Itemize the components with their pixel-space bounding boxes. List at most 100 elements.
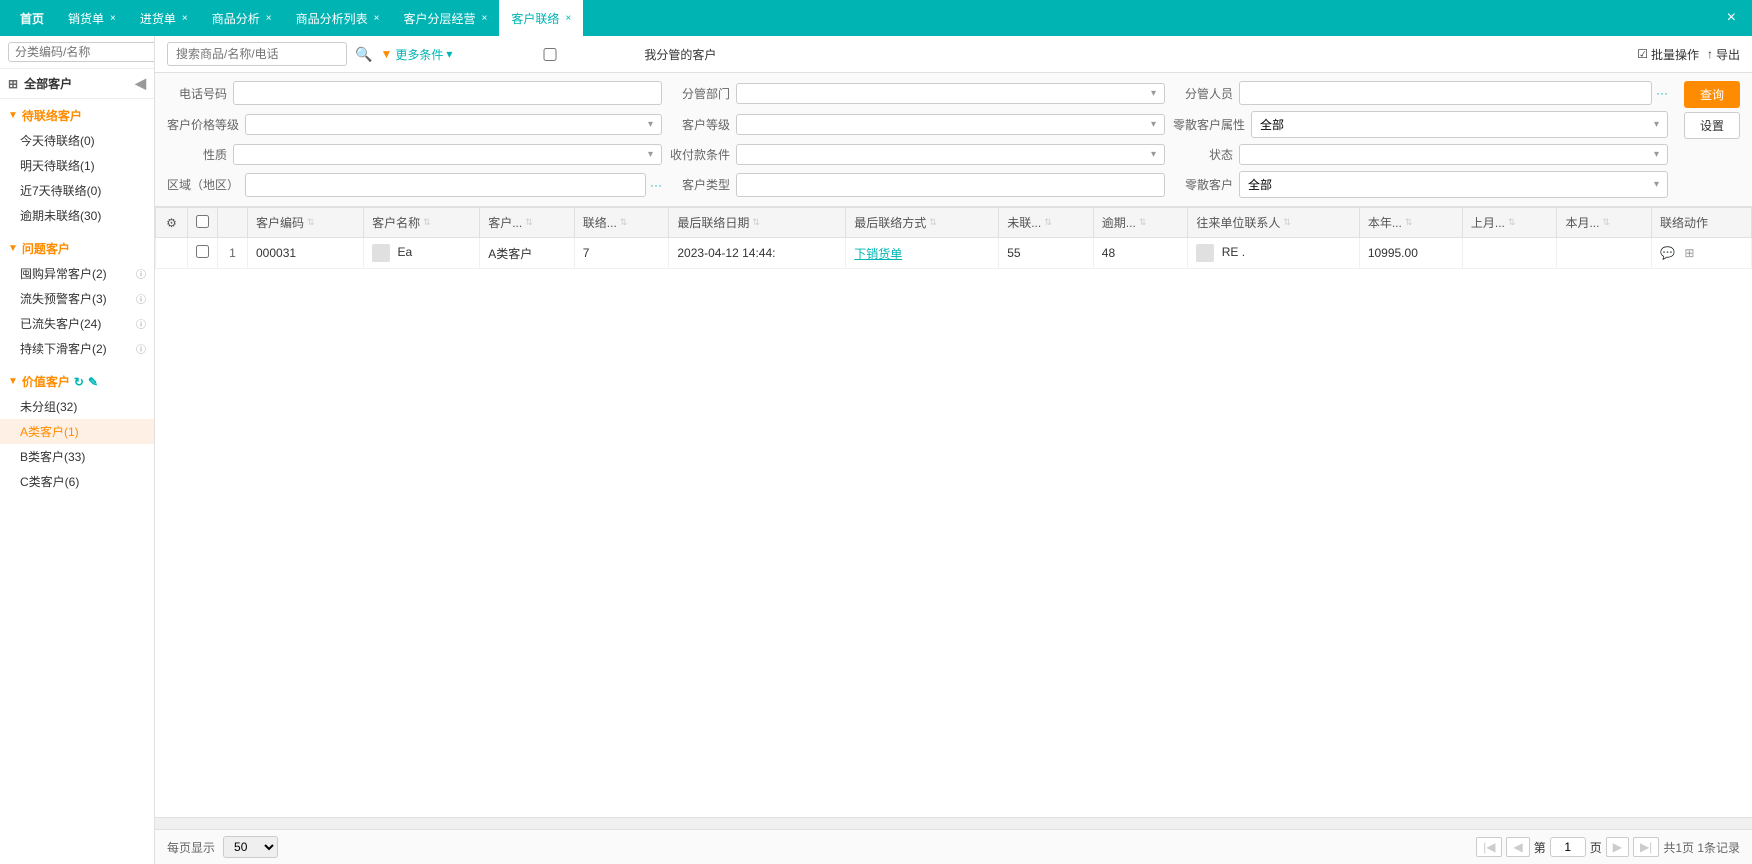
sidebar-item-churn-warning[interactable]: 流失预警客户(3) ⓘ — [0, 286, 154, 311]
chevron-down-icon: ▾ — [1654, 179, 1659, 190]
search-input[interactable] — [167, 42, 347, 66]
nav-customer-segment[interactable]: 客户分层经营 × — [391, 0, 499, 36]
sidebar-item-tomorrow[interactable]: 明天待联络(1) — [0, 153, 154, 178]
filter-phone-input[interactable] — [233, 81, 662, 105]
col-last-method[interactable]: 最后联络方式 ⇅ — [846, 208, 999, 238]
col-checkbox — [188, 208, 218, 238]
filter-more-button[interactable]: ▼ 更多条件 ▾ — [380, 46, 452, 63]
filter-manager-dots[interactable]: ··· — [1656, 86, 1668, 100]
query-button[interactable]: 查询 — [1684, 81, 1740, 108]
col-uncontact[interactable]: 未联... ⇅ — [999, 208, 1094, 238]
sidebar-item-7days[interactable]: 近7天待联络(0) — [0, 178, 154, 203]
page-number-input[interactable] — [1550, 837, 1586, 857]
next-page-button[interactable]: ▶ — [1606, 837, 1629, 857]
grid-action-icon[interactable]: ⊞ — [1684, 246, 1694, 260]
col-last-month[interactable]: 上月... ⇅ — [1462, 208, 1557, 238]
filter-status-label: 状态 — [1173, 146, 1233, 163]
nav-analysis-close[interactable]: × — [266, 13, 272, 24]
sidebar-item-ungroup[interactable]: 未分组(32) — [0, 394, 154, 419]
filter-department: 分管部门 ▾ — [670, 83, 1165, 104]
nav-salesorder[interactable]: 销货单 × — [56, 0, 128, 36]
export-button[interactable]: ↑ 导出 — [1707, 46, 1740, 63]
sidebar-section-value-title[interactable]: ▼ 价值客户 ↻ ✎ — [0, 369, 154, 394]
filter-manager-input[interactable] — [1239, 81, 1652, 105]
col-name[interactable]: 客户名称 ⇅ — [364, 208, 480, 238]
col-settings[interactable]: ⚙ — [156, 208, 188, 238]
filter-price-grade-select[interactable]: ▾ — [245, 114, 662, 135]
sidebar-section-problem-title[interactable]: ▼ 问题客户 — [0, 236, 154, 261]
sidebar-collapse-button[interactable]: ◀ — [135, 75, 146, 92]
toolbar-search-icon[interactable]: 🔍 — [355, 46, 372, 63]
sidebar-item-cclass[interactable]: C类客户(6) — [0, 469, 154, 494]
filter-region-input[interactable] — [245, 173, 646, 197]
filter-icon: ▼ — [380, 47, 392, 61]
filter-payment-label: 收付款条件 — [670, 146, 730, 163]
prev-page-button[interactable]: ◀ — [1506, 837, 1529, 857]
nav-home[interactable]: 首页 — [8, 0, 56, 36]
filter-retail-attr-label: 零散客户属性 — [1173, 116, 1245, 133]
col-year-amt[interactable]: 本年... ⇅ — [1359, 208, 1462, 238]
last-page-button[interactable]: ▶| — [1633, 837, 1659, 857]
filter-payment-select[interactable]: ▾ — [736, 144, 1165, 165]
sidebar-item-bclass[interactable]: B类客户(33) — [0, 444, 154, 469]
sort-icon: ⇅ — [1139, 217, 1147, 228]
sidebar-item-churned[interactable]: 已流失客户(24) ⓘ — [0, 311, 154, 336]
col-type[interactable]: 客户... ⇅ — [480, 208, 575, 238]
batch-operation-button[interactable]: ☑ 批量操作 — [1637, 46, 1699, 63]
sidebar-all-customers-header[interactable]: ⊞ 全部客户 ◀ — [0, 69, 154, 99]
grid-icon: ⊞ — [8, 77, 18, 91]
col-overdue[interactable]: 逾期... ⇅ — [1093, 208, 1188, 238]
my-customer-checkbox-label[interactable]: 我分管的客户 — [460, 46, 716, 63]
nav-purchaseorder[interactable]: 进货单 × — [128, 0, 200, 36]
nav-analysis-list-close[interactable]: × — [374, 13, 380, 24]
sidebar-item-declining[interactable]: 持续下滑客户(2) ⓘ — [0, 336, 154, 361]
row-checkbox[interactable] — [196, 245, 209, 258]
nav-customer-contact[interactable]: 客户联络 × — [499, 0, 583, 36]
sidebar-section-problem: ▼ 问题客户 囤购异常客户(2) ⓘ 流失预警客户(3) ⓘ 已流失客户(24)… — [0, 232, 154, 365]
sort-icon: ⇅ — [1602, 217, 1610, 228]
value-refresh-icon[interactable]: ↻ — [74, 375, 84, 389]
col-code[interactable]: 客户编码 ⇅ — [248, 208, 364, 238]
nav-salesorder-close[interactable]: × — [110, 13, 116, 24]
my-customer-checkbox[interactable] — [460, 48, 640, 61]
col-last-date[interactable]: 最后联络日期 ⇅ — [669, 208, 846, 238]
row-uncontact-cell: 55 — [999, 238, 1094, 269]
filter-retail-customer-select[interactable]: 全部 ▾ — [1239, 171, 1668, 198]
sidebar-item-overdue[interactable]: 逾期未联络(30) — [0, 203, 154, 228]
filter-nature-select[interactable]: ▾ — [233, 144, 662, 165]
select-all-checkbox[interactable] — [196, 215, 209, 228]
col-this-month[interactable]: 本月... ⇅ — [1557, 208, 1652, 238]
sidebar-item-today[interactable]: 今天待联络(0) — [0, 128, 154, 153]
col-contact[interactable]: 联络... ⇅ — [574, 208, 669, 238]
settings-button[interactable]: 设置 — [1684, 112, 1740, 139]
nav-customer-contact-close[interactable]: × — [565, 13, 571, 24]
first-page-button[interactable]: |◀ — [1476, 837, 1502, 857]
global-close-button[interactable]: × — [1719, 9, 1744, 27]
chat-icon[interactable]: 💬 — [1660, 246, 1675, 260]
filter-customer-type-input[interactable] — [736, 173, 1165, 197]
horizontal-scrollbar[interactable] — [155, 817, 1752, 829]
nav-customer-segment-close[interactable]: × — [481, 13, 487, 24]
settings-icon[interactable]: ⚙ — [166, 216, 177, 230]
nav-analysis-list[interactable]: 商品分析列表 × — [284, 0, 392, 36]
info-icon: ⓘ — [136, 341, 146, 356]
value-settings-icon[interactable]: ✎ — [88, 375, 98, 389]
nav-analysis[interactable]: 商品分析 × — [200, 0, 284, 36]
filter-retail-attr-select[interactable]: 全部 ▾ — [1251, 111, 1668, 138]
col-contact-person[interactable]: 往来单位联系人 ⇅ — [1188, 208, 1359, 238]
sidebar-section-pending-title[interactable]: ▼ 待联络客户 — [0, 103, 154, 128]
filter-region-dots[interactable]: ··· — [650, 178, 662, 192]
sidebar-item-aclass[interactable]: A类客户(1) — [0, 419, 154, 444]
nav-purchaseorder-close[interactable]: × — [182, 13, 188, 24]
filter-phone: 电话号码 — [167, 81, 662, 105]
filter-status-select[interactable]: ▾ — [1239, 144, 1668, 165]
page-size-select[interactable]: 50 100 200 — [223, 836, 278, 858]
filter-department-select[interactable]: ▾ — [736, 83, 1165, 104]
sidebar-section-pending: ▼ 待联络客户 今天待联络(0) 明天待联络(1) 近7天待联络(0) 逾期未联… — [0, 99, 154, 232]
filter-customer-grade-select[interactable]: ▾ — [736, 114, 1165, 135]
row-num-cell: 1 — [218, 238, 248, 269]
sidebar-search-input[interactable] — [8, 42, 155, 62]
last-method-link[interactable]: 下销货单 — [854, 247, 902, 261]
arrow-icon: ▼ — [8, 243, 18, 254]
sidebar-item-hoarding[interactable]: 囤购异常客户(2) ⓘ — [0, 261, 154, 286]
